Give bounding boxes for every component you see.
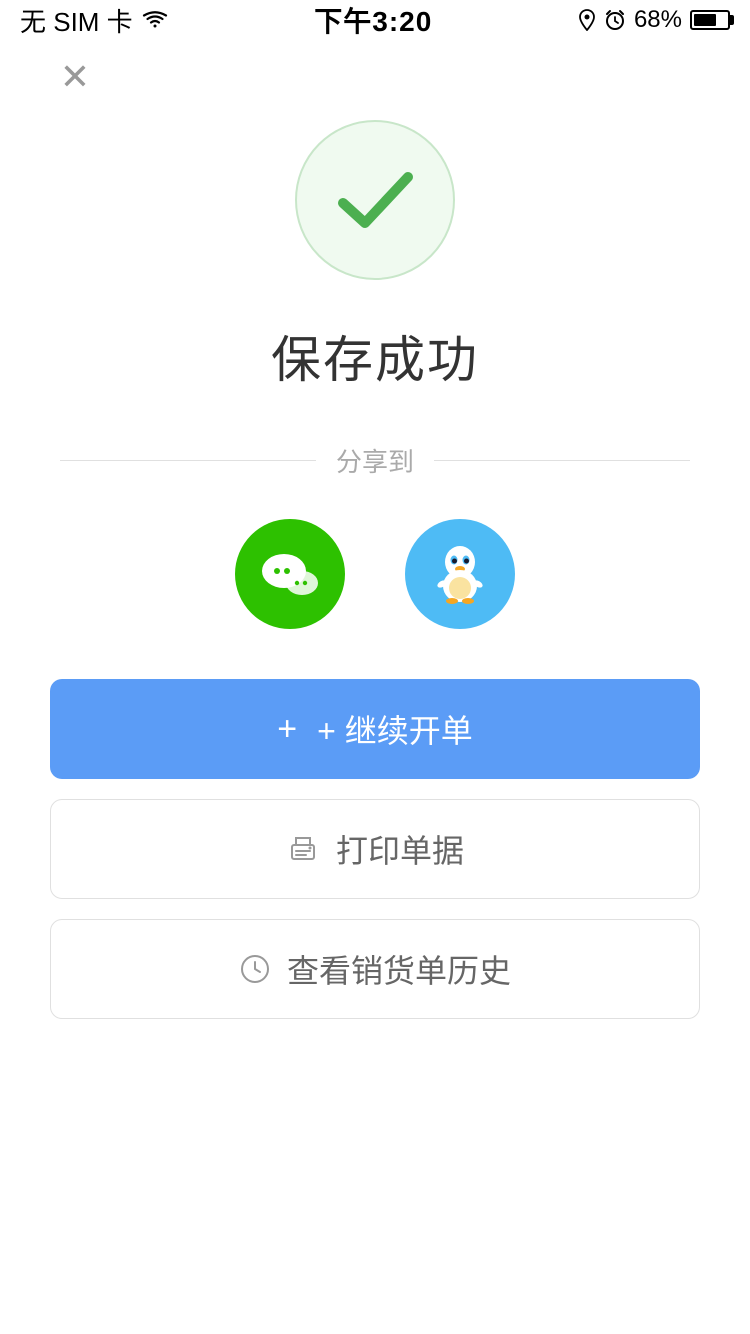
divider-left (60, 460, 316, 461)
wechat-icon (258, 547, 323, 602)
success-circle (295, 120, 455, 280)
main-content: 保存成功 分享到 (0, 40, 750, 1019)
continue-label: + 继续开单 (317, 706, 473, 752)
plus-icon: + (277, 710, 297, 749)
continue-button[interactable]: + + 继续开单 (50, 679, 700, 779)
share-divider: 分享到 (0, 442, 750, 479)
close-button[interactable]: ✕ (50, 52, 100, 102)
alarm-icon (604, 9, 626, 31)
history-button[interactable]: 查看销货单历史 (50, 919, 700, 1019)
share-icons (235, 519, 515, 629)
action-buttons: + + 继续开单 打印单据 查看销货单历史 (0, 679, 750, 1019)
history-label: 查看销货单历史 (287, 946, 511, 992)
success-title: 保存成功 (271, 320, 479, 392)
print-icon (286, 833, 320, 865)
print-button[interactable]: 打印单据 (50, 799, 700, 899)
qq-icon (430, 542, 490, 607)
qq-share-button[interactable] (405, 519, 515, 629)
history-icon (239, 953, 271, 985)
wechat-share-button[interactable] (235, 519, 345, 629)
wifi-icon (141, 10, 169, 30)
share-label: 分享到 (336, 442, 414, 479)
checkmark-icon (333, 165, 418, 235)
status-right: 68% (578, 6, 730, 34)
status-bar: 无 SIM 卡 下午3:20 68% (0, 0, 750, 40)
location-icon (578, 9, 596, 31)
battery-icon (690, 10, 730, 30)
status-time: 下午3:20 (314, 0, 432, 40)
close-icon: ✕ (60, 59, 90, 95)
no-sim-text: 无 SIM 卡 (20, 2, 133, 39)
divider-right (434, 460, 690, 461)
share-section: 分享到 (0, 442, 750, 629)
status-left: 无 SIM 卡 (20, 2, 169, 39)
print-label: 打印单据 (336, 826, 464, 872)
battery-percent: 68% (634, 6, 682, 34)
